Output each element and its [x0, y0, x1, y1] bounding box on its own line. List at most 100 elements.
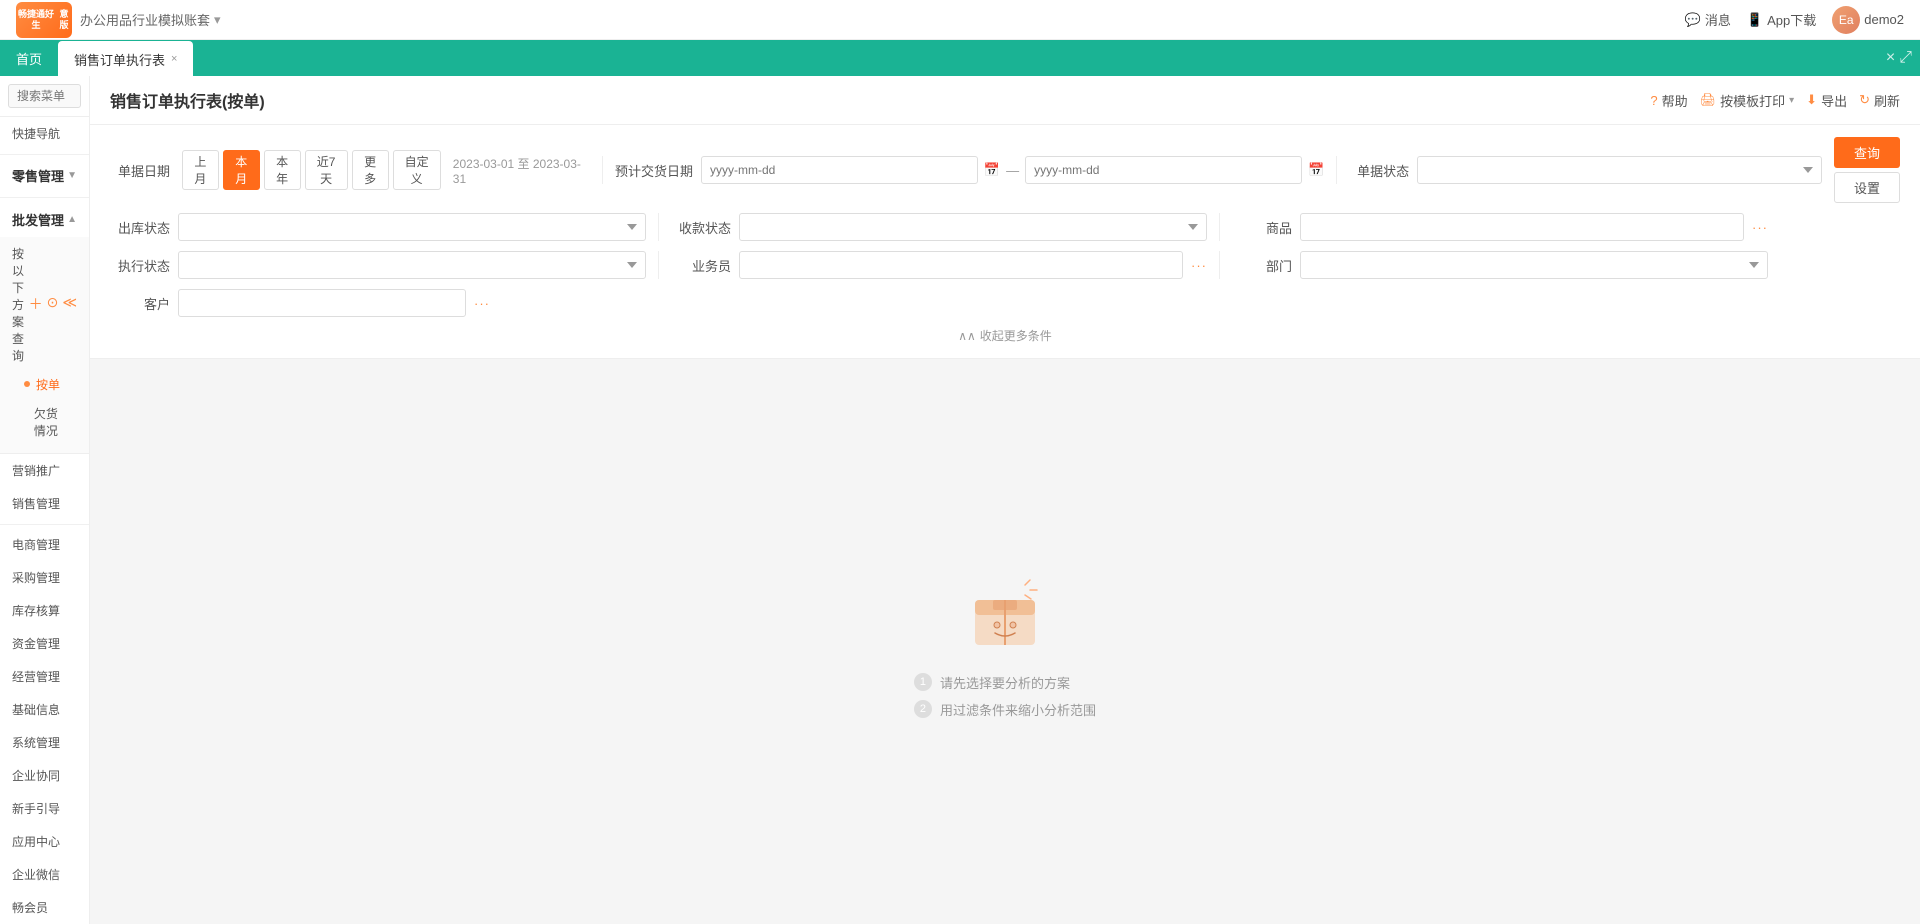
top-nav-right: 💬 消息 📱 App下载 Ea demo2 [1685, 6, 1904, 34]
query-button[interactable]: 查询 [1834, 137, 1900, 168]
expected-date-range: 📅 — 📅 [701, 156, 1324, 184]
tab-close-icon[interactable]: × [171, 53, 177, 65]
order-status-select[interactable] [1417, 156, 1822, 184]
filter-field-salesperson: 业务员 ··· [671, 251, 1207, 279]
user-profile[interactable]: Ea demo2 [1832, 6, 1904, 34]
filter-row-4: 客户 ··· [110, 289, 1900, 317]
sidebar-item-purchase[interactable]: 采购管理 [0, 561, 89, 594]
sidebar-item-wholesale[interactable]: 批发管理 ▲ [0, 202, 89, 237]
expected-date-to[interactable] [1025, 156, 1302, 184]
search-input[interactable] [8, 84, 81, 108]
sidebar-item-ecommerce[interactable]: 电商管理 [0, 528, 89, 561]
goods-more-icon[interactable]: ··· [1752, 220, 1768, 235]
date-btn-thisyear[interactable]: 本年 [264, 150, 301, 190]
date-btn-custom[interactable]: 自定义 [393, 150, 441, 190]
date-btn-last7days[interactable]: 近7天 [305, 150, 348, 190]
print-button[interactable]: 🖨 按模板打印 ▾ [1700, 91, 1795, 110]
tab-bar: 首页 销售订单执行表 × × ⤢ [0, 40, 1920, 76]
sidebar-item-enterprise[interactable]: 企业协同 [0, 759, 89, 792]
execution-status-select[interactable] [178, 251, 646, 279]
empty-tip-2: 2 用过滤条件来缩小分析范围 [914, 700, 1096, 719]
retail-arrow-icon: ▼ [67, 170, 77, 181]
sidebar-item-member[interactable]: 畅会员 [0, 891, 89, 924]
department-select[interactable] [1300, 251, 1768, 279]
expected-date-from[interactable] [701, 156, 978, 184]
plan-add-icon[interactable]: ＋ [29, 294, 43, 314]
sidebar-item-finance[interactable]: 资金管理 [0, 627, 89, 660]
tab-maximize-icon[interactable]: ⤢ [1899, 49, 1912, 67]
calendar-from-icon[interactable]: 📅 [984, 162, 1000, 178]
date-btn-lastmonth[interactable]: 上月 [182, 150, 219, 190]
filter-field-execution: 执行状态 [110, 251, 646, 279]
content-area: 销售订单执行表(按单) ? 帮助 🖨 按模板打印 ▾ ⬇ 导出 ↻ 刷新 [90, 76, 1920, 924]
main-layout: 快捷导航 零售管理 ▼ 批发管理 ▲ 按以下方案查询 ＋ ⊙ ≪ 按 [0, 76, 1920, 924]
salesperson-more-icon[interactable]: ··· [1191, 258, 1207, 273]
collapse-button[interactable]: ∧∧ 收起更多条件 [110, 321, 1900, 350]
plan-more-icon[interactable]: ≪ [62, 294, 77, 314]
collapse-up-icon: ∧∧ [958, 329, 976, 343]
help-button[interactable]: ? 帮助 [1650, 91, 1687, 110]
sidebar-item-guide[interactable]: 新手引导 [0, 792, 89, 825]
plan-edit-icon[interactable]: ⊙ [47, 294, 59, 314]
sidebar-item-wholesale-sub2[interactable]: 销售管理 [0, 487, 89, 520]
message-nav-item[interactable]: 💬 消息 [1685, 10, 1731, 29]
empty-state: 1 请先选择要分析的方案 2 用过滤条件来缩小分析范围 [90, 359, 1920, 924]
department-label: 部门 [1232, 256, 1292, 275]
order-status-label: 单据状态 [1349, 161, 1409, 180]
filter-field-expected-date: 预计交货日期 📅 — 📅 [615, 156, 1324, 184]
customer-input[interactable] [178, 289, 466, 317]
export-button[interactable]: ⬇ 导出 [1806, 91, 1847, 110]
tab-home[interactable]: 首页 [0, 40, 58, 76]
sidebar-item-quick-nav[interactable]: 快捷导航 [0, 117, 89, 150]
sidebar-item-operation[interactable]: 经营管理 [0, 660, 89, 693]
sidebar-sub-pressorder[interactable]: 按单 [12, 370, 77, 399]
app-logo: 畅捷通好生 意版 [16, 2, 72, 38]
payment-status-label: 收款状态 [671, 218, 731, 237]
export-icon: ⬇ [1806, 92, 1817, 108]
plan-section-header: 按以下方案查询 ＋ ⊙ ≪ [12, 245, 77, 364]
app-download-nav-item[interactable]: 📱 App下载 [1747, 10, 1816, 29]
sidebar-item-wholesale-sub1[interactable]: 营销推广 [0, 454, 89, 487]
date-btn-more[interactable]: 更多 [352, 150, 389, 190]
sidebar-item-retail[interactable]: 零售管理 ▼ [0, 158, 89, 193]
filter-rows: 单据日期 上月 本月 本年 近7天 更多 自定义 2023-03-01 至 20… [110, 137, 1900, 317]
sidebar-search-area [0, 76, 89, 117]
filter-sep-6 [1219, 251, 1220, 279]
top-navbar: 畅捷通好生 意版 办公用品行业模拟账套 ▾ 💬 消息 📱 App下载 Ea de… [0, 0, 1920, 40]
breadcrumb-chevron-icon[interactable]: ▾ [214, 12, 221, 28]
salesperson-input[interactable] [739, 251, 1183, 279]
filter-row-1: 单据日期 上月 本月 本年 近7天 更多 自定义 2023-03-01 至 20… [110, 137, 1900, 203]
sidebar-item-basic[interactable]: 基础信息 [0, 693, 89, 726]
filter-field-payment: 收款状态 [671, 213, 1207, 241]
settings-button[interactable]: 设置 [1834, 172, 1900, 203]
page-header: 销售订单执行表(按单) ? 帮助 🖨 按模板打印 ▾ ⬇ 导出 ↻ 刷新 [90, 76, 1920, 125]
refresh-icon: ↻ [1859, 92, 1870, 108]
refresh-button[interactable]: ↻ 刷新 [1859, 91, 1900, 110]
sidebar-item-inventory[interactable]: 库存核算 [0, 594, 89, 627]
sidebar-item-wechat[interactable]: 企业微信 [0, 858, 89, 891]
sidebar-sub-debt[interactable]: 欠货情况 [12, 399, 77, 445]
date-btn-thismonth[interactable]: 本月 [223, 150, 260, 190]
plan-actions: ＋ ⊙ ≪ [29, 294, 77, 314]
goods-input[interactable] [1300, 213, 1744, 241]
top-nav-left: 畅捷通好生 意版 办公用品行业模拟账套 ▾ [16, 2, 221, 38]
salesperson-label: 业务员 [671, 256, 731, 275]
calendar-to-icon[interactable]: 📅 [1308, 162, 1324, 178]
filter-row-3: 执行状态 业务员 ··· 部门 [110, 251, 1900, 279]
tab-minimize-icon[interactable]: × [1886, 49, 1895, 67]
download-icon: 📱 [1747, 12, 1763, 28]
page-title: 销售订单执行表(按单) [110, 88, 265, 112]
date-range-text: 2023-03-01 至 2023-03-31 [453, 155, 590, 186]
filter-field-order-status: 单据状态 [1349, 156, 1822, 184]
sidebar-item-appstore[interactable]: 应用中心 [0, 825, 89, 858]
delivery-status-select[interactable] [178, 213, 646, 241]
print-dropdown-icon[interactable]: ▾ [1789, 95, 1794, 106]
tab-sales-order[interactable]: 销售订单执行表 × [58, 41, 193, 77]
customer-more-icon[interactable]: ··· [474, 296, 490, 311]
sidebar-item-system[interactable]: 系统管理 [0, 726, 89, 759]
tip-num-1: 1 [914, 673, 932, 691]
plan-section: 按以下方案查询 ＋ ⊙ ≪ 按单 欠货情况 [0, 237, 89, 454]
payment-status-select[interactable] [739, 213, 1207, 241]
date-label: 单据日期 [110, 161, 170, 180]
action-buttons: 查询 设置 [1834, 137, 1900, 203]
